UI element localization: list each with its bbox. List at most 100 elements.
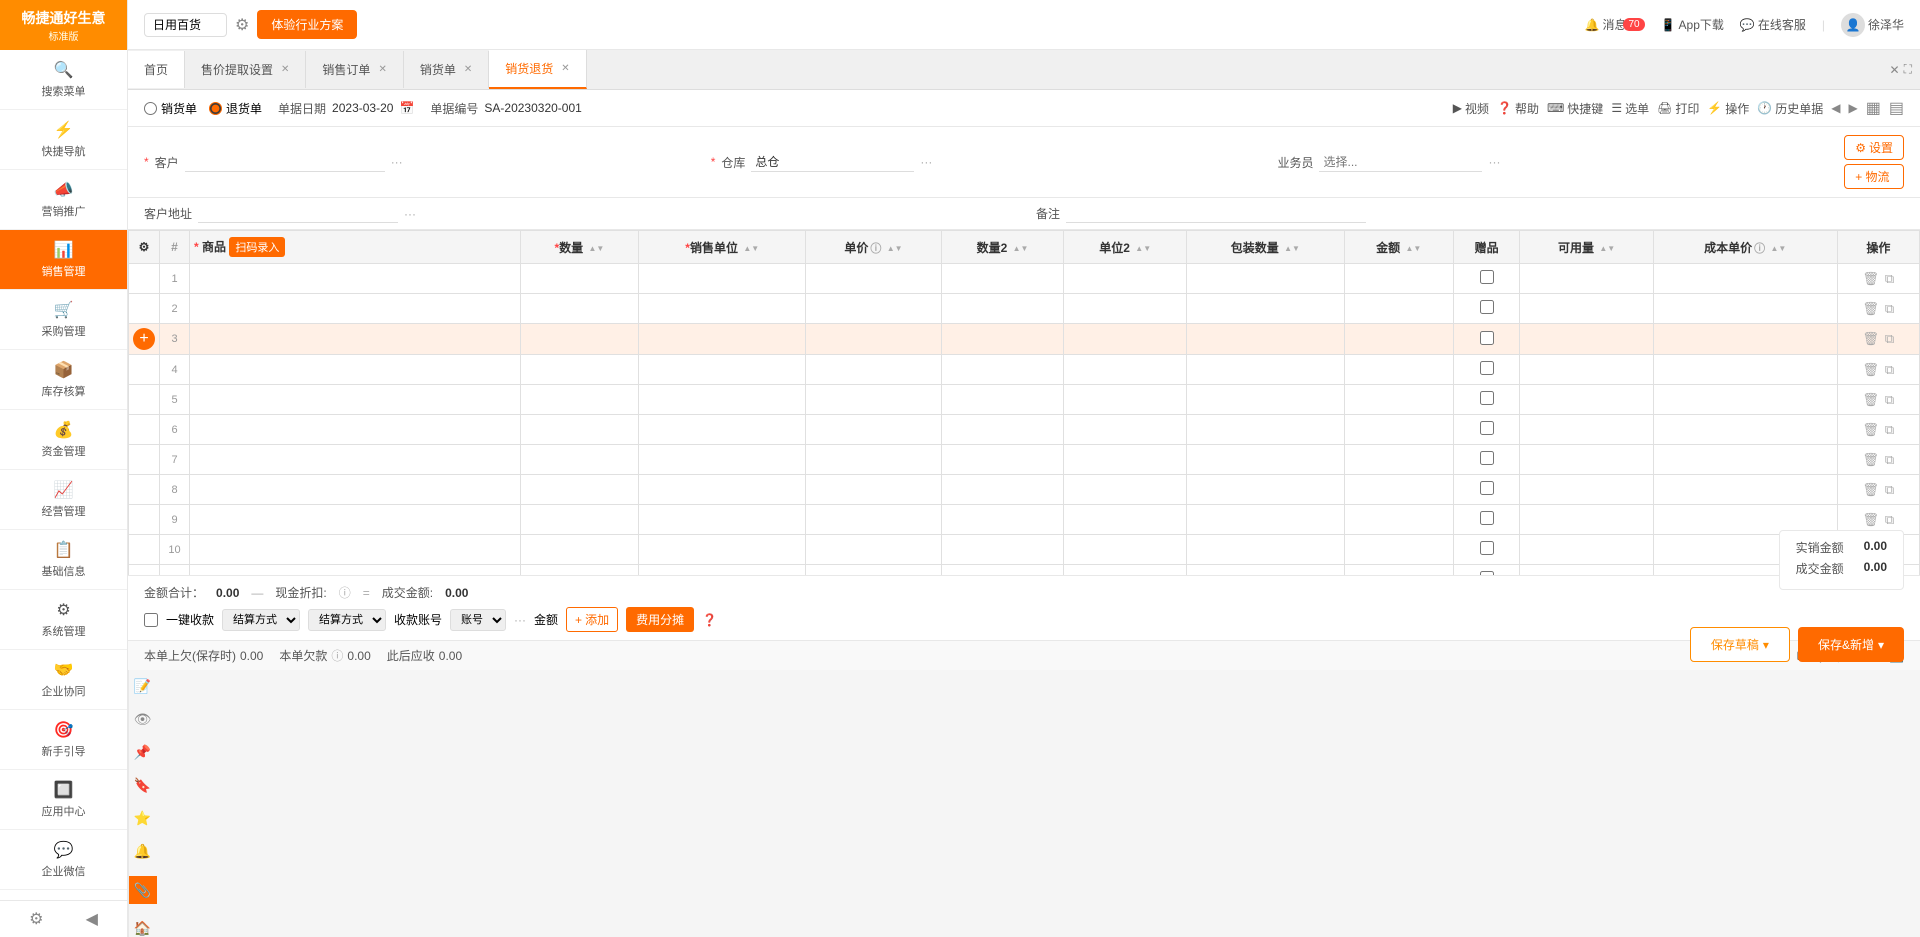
cell-product-4[interactable] [190,355,521,385]
sidebar-item-collab[interactable]: 🤝 企业协同 [0,650,127,710]
th-product[interactable]: * 商品 扫码录入 [190,231,521,264]
right-panel-icon-7[interactable]: 📎 [129,876,157,904]
cell-qty2-5[interactable] [941,385,1064,415]
cell-qty-1[interactable] [520,264,639,294]
cell-available-8[interactable] [1520,475,1653,505]
close-sales-bill-icon[interactable]: ✕ [464,64,472,75]
cell-amount-1[interactable] [1344,264,1453,294]
cell-sales-unit-8[interactable] [639,475,806,505]
cell-gift-9[interactable] [1453,505,1520,535]
cell-unit-price-7[interactable] [806,445,941,475]
cell-product-10[interactable] [190,535,521,565]
cell-available-7[interactable] [1520,445,1653,475]
gift-checkbox-5[interactable] [1480,391,1494,405]
cell-product-9[interactable] [190,505,521,535]
salesperson-dots-btn[interactable]: ··· [1488,155,1500,169]
cell-cost-price-3[interactable] [1653,324,1837,355]
cell-unit2-7[interactable] [1064,445,1187,475]
sidebar-item-sales[interactable]: 📊 销售管理 [0,230,127,290]
th-qty2[interactable]: 数量2 ▲▼ [941,231,1064,264]
th-sales-unit[interactable]: *销售单位 ▲▼ [639,231,806,264]
cell-amount-9[interactable] [1344,505,1453,535]
cell-cost-price-4[interactable] [1653,355,1837,385]
cell-pkg-qty-11[interactable] [1187,565,1345,576]
save-new-chevron-icon[interactable]: ▾ [1878,638,1884,652]
delete-row-icon-3[interactable]: 🗑 [1862,331,1879,347]
cell-pkg-qty-5[interactable] [1187,385,1345,415]
cell-unit2-6[interactable] [1064,415,1187,445]
industry-selector[interactable]: 日用百货 [144,13,227,37]
cell-sales-unit-3[interactable] [639,324,806,355]
sidebar-item-guide[interactable]: 🎯 新手引导 [0,710,127,770]
cell-pkg-qty-1[interactable] [1187,264,1345,294]
cell-sales-unit-2[interactable] [639,294,806,324]
cell-gift-6[interactable] [1453,415,1520,445]
cell-qty-9[interactable] [520,505,639,535]
cell-product-7[interactable] [190,445,521,475]
right-panel-icon-8[interactable]: 🏠 [134,920,151,937]
cell-cost-price-2[interactable] [1653,294,1837,324]
cell-unit-price-5[interactable] [806,385,941,415]
app-download-btn[interactable]: 📱 App下载 [1661,16,1724,33]
cell-amount-2[interactable] [1344,294,1453,324]
sidebar-item-member[interactable]: 👑 畅会员 [0,890,127,900]
salesperson-input[interactable] [1319,153,1482,172]
close-sales-return-icon[interactable]: ✕ [561,63,569,74]
right-panel-icon-4[interactable]: 🔖 [134,777,151,794]
cell-available-2[interactable] [1520,294,1653,324]
cell-unit-price-11[interactable] [806,565,941,576]
user-profile-btn[interactable]: 👤 徐泽华 [1841,13,1904,37]
cell-product-8[interactable] [190,475,521,505]
address-input[interactable] [198,204,398,223]
gift-checkbox-9[interactable] [1480,511,1494,525]
gift-checkbox-3[interactable] [1480,331,1494,345]
close-sales-order-icon[interactable]: ✕ [378,64,386,75]
cell-pkg-qty-10[interactable] [1187,535,1345,565]
cell-available-4[interactable] [1520,355,1653,385]
cell-qty-3[interactable] [520,324,639,355]
cell-sales-unit-5[interactable] [639,385,806,415]
copy-row-icon-1[interactable]: ⧉ [1885,271,1894,287]
cell-pkg-qty-3[interactable] [1187,324,1345,355]
copy-row-icon-7[interactable]: ⧉ [1885,452,1894,468]
th-unit2[interactable]: 单位2 ▲▼ [1064,231,1187,264]
cell-available-5[interactable] [1520,385,1653,415]
right-panel-icon-6[interactable]: 🔔 [134,843,151,860]
cell-gift-3[interactable] [1453,324,1520,355]
delete-row-icon-5[interactable]: 🗑 [1862,392,1879,408]
cell-gift-8[interactable] [1453,475,1520,505]
logistics-btn[interactable]: + 物流 [1844,164,1904,189]
cell-qty2-2[interactable] [941,294,1064,324]
cell-available-3[interactable] [1520,324,1653,355]
fee-split-btn[interactable]: 费用分摊 [626,607,694,632]
cell-sales-unit-4[interactable] [639,355,806,385]
cell-unit2-9[interactable] [1064,505,1187,535]
cell-sales-unit-7[interactable] [639,445,806,475]
save-new-btn[interactable]: 保存&新增 ▾ [1798,627,1904,662]
gift-checkbox-10[interactable] [1480,541,1494,555]
right-panel-icon-1[interactable]: 📝 [134,678,151,695]
right-panel-icon-2[interactable]: 👁 [134,711,152,728]
delete-row-icon-2[interactable]: 🗑 [1862,301,1879,317]
cell-qty-5[interactable] [520,385,639,415]
cell-available-11[interactable] [1520,565,1653,576]
online-service-btn[interactable]: 💬 在线客服 [1740,16,1806,33]
cell-amount-8[interactable] [1344,475,1453,505]
tab-home[interactable]: 首页 [128,51,185,88]
cell-qty-8[interactable] [520,475,639,505]
cell-product-3[interactable] [190,324,521,355]
th-gear[interactable]: ⚙ [129,231,160,264]
operation-btn[interactable]: ⚡ 操作 [1707,100,1749,117]
cost-price-info-icon[interactable]: ⓘ [1754,243,1765,255]
cell-qty2-9[interactable] [941,505,1064,535]
copy-row-icon-3[interactable]: ⧉ [1885,331,1894,347]
cell-gift-1[interactable] [1453,264,1520,294]
experience-btn[interactable]: 体验行业方案 [257,10,357,39]
remark-input[interactable] [1066,204,1366,223]
cell-gift-10[interactable] [1453,535,1520,565]
cell-cost-price-5[interactable] [1653,385,1837,415]
save-draft-btn[interactable]: 保存草稿 ▾ [1690,627,1790,662]
cell-sales-unit-1[interactable] [639,264,806,294]
cell-unit-price-3[interactable] [806,324,941,355]
cell-pkg-qty-2[interactable] [1187,294,1345,324]
